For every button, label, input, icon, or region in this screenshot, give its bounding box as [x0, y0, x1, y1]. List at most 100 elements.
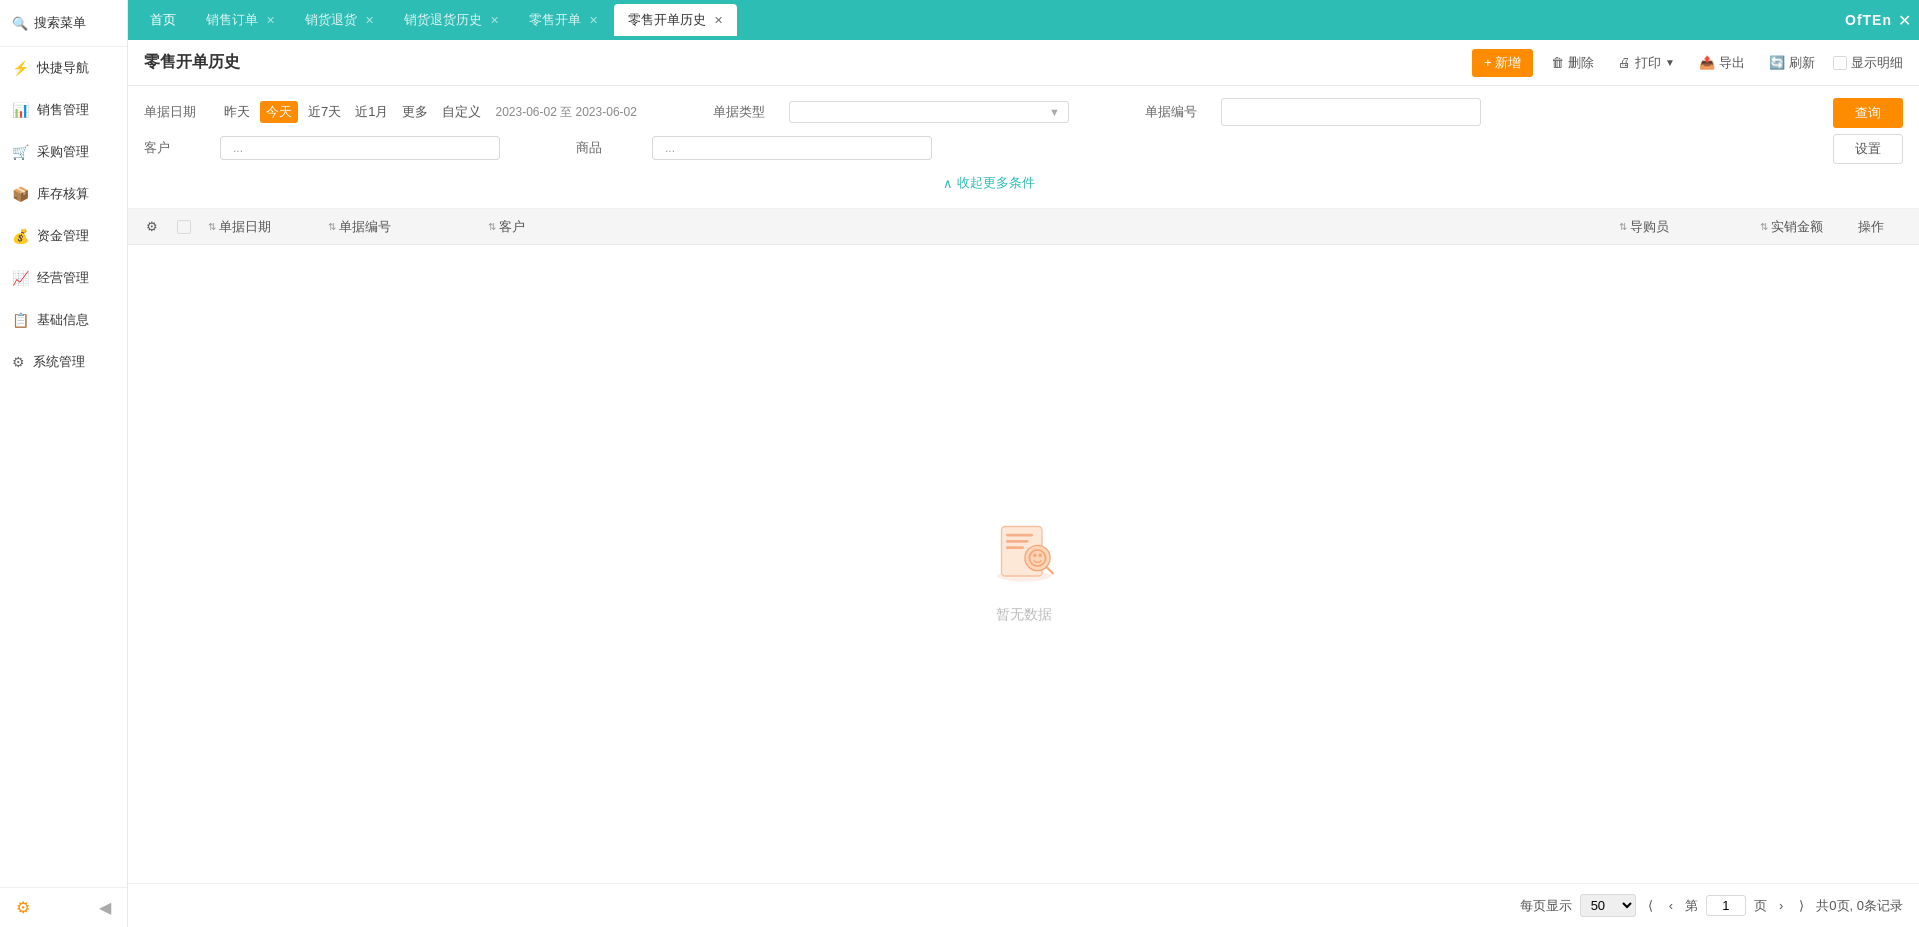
date-filter-label: 单据日期	[144, 103, 204, 121]
tab-sales-return-close[interactable]: ✕	[365, 14, 374, 27]
operations-icon: 📈	[12, 270, 29, 286]
date-btn-today[interactable]: 今天	[260, 101, 298, 123]
tab-sales-order[interactable]: 销售订单 ✕	[192, 4, 289, 36]
customer-input[interactable]: ...	[220, 136, 500, 160]
window-close-icon[interactable]: ✕	[1898, 11, 1911, 30]
sidebar-item-inventory[interactable]: 📦库存核算	[0, 173, 127, 215]
select-all-checkbox[interactable]	[177, 220, 191, 234]
last-page-button[interactable]: ⟩	[1795, 896, 1808, 915]
bill-no-input[interactable]	[1221, 98, 1481, 126]
filter-settings-button[interactable]: 设置	[1833, 134, 1903, 164]
settings-footer-icon[interactable]: ⚙	[16, 898, 30, 917]
sidebar-item-quick-nav[interactable]: ⚡快捷导航	[0, 47, 127, 89]
th-customer[interactable]: ⇅ 客户	[480, 218, 1611, 236]
th-amount[interactable]: ⇅ 实销金额	[1711, 218, 1831, 236]
collapse-filter-label: 收起更多条件	[957, 174, 1035, 192]
tab-sales-return-history[interactable]: 销货退货历史 ✕	[390, 4, 513, 36]
refresh-icon: 🔄	[1769, 55, 1785, 70]
empty-text: 暂无数据	[996, 606, 1052, 624]
bill-type-dropdown-icon: ▼	[1049, 106, 1060, 118]
export-button[interactable]: 📤 导出	[1693, 50, 1751, 76]
empty-illustration	[979, 504, 1069, 594]
delete-label: 删除	[1568, 54, 1594, 72]
date-btn-last1month[interactable]: 近1月	[351, 101, 392, 123]
sort-amount-icon: ⇅	[1760, 221, 1768, 232]
date-btn-last7[interactable]: 近7天	[304, 101, 345, 123]
customer-filter-label: 客户	[144, 139, 204, 157]
th-settings[interactable]: ⚙	[136, 219, 168, 234]
th-bill-no[interactable]: ⇅ 单据编号	[320, 218, 480, 236]
th-guide[interactable]: ⇅ 导购员	[1611, 218, 1711, 236]
product-input[interactable]: ...	[652, 136, 932, 160]
refresh-button[interactable]: 🔄 刷新	[1763, 50, 1821, 76]
filter-rows-left: 单据日期 昨天 今天 近7天 近1月 更多 自定义 2023-06-02 至 2…	[144, 98, 1833, 196]
sidebar-item-system[interactable]: ⚙系统管理	[0, 341, 127, 383]
date-btn-yesterday[interactable]: 昨天	[220, 101, 254, 123]
tab-sales-return-history-label: 销货退货历史	[404, 11, 482, 29]
page-number-input[interactable]	[1706, 895, 1746, 916]
sidebar-item-sales[interactable]: 📊销售管理	[0, 89, 127, 131]
sidebar-item-purchase[interactable]: 🛒采购管理	[0, 131, 127, 173]
filter-row-2: 客户 ... 商品 ...	[144, 136, 1833, 160]
bill-no-label: 单据编号	[1145, 103, 1205, 121]
new-button[interactable]: + 新增	[1472, 49, 1533, 77]
tab-sales-return-history-close[interactable]: ✕	[490, 14, 499, 27]
th-date[interactable]: ⇅ 单据日期	[200, 218, 320, 236]
th-amount-label: 实销金额	[1771, 218, 1823, 236]
display-detail-checkbox[interactable]: 显示明细	[1833, 54, 1903, 72]
prev-page-button[interactable]: ‹	[1665, 896, 1677, 915]
filter-action-buttons: 查询 设置	[1833, 98, 1903, 164]
tab-home[interactable]: 首页	[136, 4, 190, 36]
display-detail-label: 显示明细	[1851, 54, 1903, 72]
product-filter-label: 商品	[576, 139, 636, 157]
th-date-label: 单据日期	[219, 218, 271, 236]
query-button[interactable]: 查询	[1833, 98, 1903, 128]
sidebar-label-system: 系统管理	[33, 353, 85, 371]
table-header: ⚙ ⇅ 单据日期 ⇅ 单据编号 ⇅ 客户 ⇅	[128, 209, 1919, 245]
sidebar-label-sales: 销售管理	[37, 101, 89, 119]
tab-retail-open-label: 零售开单	[529, 11, 581, 29]
tab-retail-open-history[interactable]: 零售开单历史 ✕	[614, 4, 737, 36]
sidebar-label-basic: 基础信息	[37, 311, 89, 329]
inventory-icon: 📦	[12, 186, 29, 202]
customer-ellipsis: ...	[233, 141, 243, 155]
print-button[interactable]: 🖨 打印 ▼	[1612, 50, 1681, 76]
sidebar-item-finance[interactable]: 💰资金管理	[0, 215, 127, 257]
tab-retail-open-history-close[interactable]: ✕	[714, 14, 723, 27]
bill-type-select[interactable]: ▼	[789, 101, 1069, 123]
tab-sales-return[interactable]: 销货退货 ✕	[291, 4, 388, 36]
sidebar-search[interactable]: 🔍 搜索菜单	[0, 0, 127, 47]
collapse-sidebar-icon[interactable]: ◀	[99, 898, 111, 917]
toolbar: 零售开单历史 + 新增 🗑 删除 🖨 打印 ▼ 📤 导出 🔄	[128, 40, 1919, 86]
toolbar-actions: + 新增 🗑 删除 🖨 打印 ▼ 📤 导出 🔄 刷新	[1472, 49, 1903, 77]
next-page-button[interactable]: ›	[1775, 896, 1787, 915]
svg-point-8	[1033, 554, 1037, 558]
tab-sales-order-close[interactable]: ✕	[266, 14, 275, 27]
first-page-button[interactable]: ⟨	[1644, 896, 1657, 915]
th-checkbox[interactable]	[168, 220, 200, 234]
sidebar-item-operations[interactable]: 📈经营管理	[0, 257, 127, 299]
sort-date-icon: ⇅	[208, 221, 216, 232]
page-size-select[interactable]: 50 10 20 100	[1580, 894, 1636, 917]
delete-button[interactable]: 🗑 删除	[1545, 50, 1600, 76]
sort-customer-icon: ⇅	[488, 221, 496, 232]
sidebar: 🔍 搜索菜单 ⚡快捷导航📊销售管理🛒采购管理📦库存核算💰资金管理📈经营管理📋基础…	[0, 0, 128, 927]
pagination: 每页显示 50 10 20 100 ⟨ ‹ 第 页 › ⟩ 共0页, 0条记录	[128, 883, 1919, 927]
tab-retail-open-close[interactable]: ✕	[589, 14, 598, 27]
tab-bar-right: OfTEn ✕	[1845, 11, 1911, 30]
date-btn-more[interactable]: 更多	[398, 101, 432, 123]
display-detail-check	[1833, 56, 1847, 70]
tab-home-label: 首页	[150, 11, 176, 29]
collapse-filter-button[interactable]: ∧ 收起更多条件	[144, 170, 1833, 196]
sidebar-item-basic[interactable]: 📋基础信息	[0, 299, 127, 341]
date-btn-custom[interactable]: 自定义	[438, 101, 485, 123]
sidebar-footer: ⚙ ◀	[0, 887, 127, 927]
tab-bar: 首页 销售订单 ✕ 销货退货 ✕ 销货退货历史 ✕ 零售开单 ✕ 零售开单历史 …	[128, 0, 1919, 40]
sidebar-nav: ⚡快捷导航📊销售管理🛒采购管理📦库存核算💰资金管理📈经营管理📋基础信息⚙系统管理	[0, 47, 127, 887]
table-area: ⚙ ⇅ 单据日期 ⇅ 单据编号 ⇅ 客户 ⇅	[128, 209, 1919, 927]
page-content: 零售开单历史 + 新增 🗑 删除 🖨 打印 ▼ 📤 导出 🔄	[128, 40, 1919, 927]
tab-retail-open[interactable]: 零售开单 ✕	[515, 4, 612, 36]
filter-area: 单据日期 昨天 今天 近7天 近1月 更多 自定义 2023-06-02 至 2…	[128, 86, 1919, 209]
th-customer-label: 客户	[499, 218, 525, 236]
tab-retail-open-history-label: 零售开单历史	[628, 11, 706, 29]
